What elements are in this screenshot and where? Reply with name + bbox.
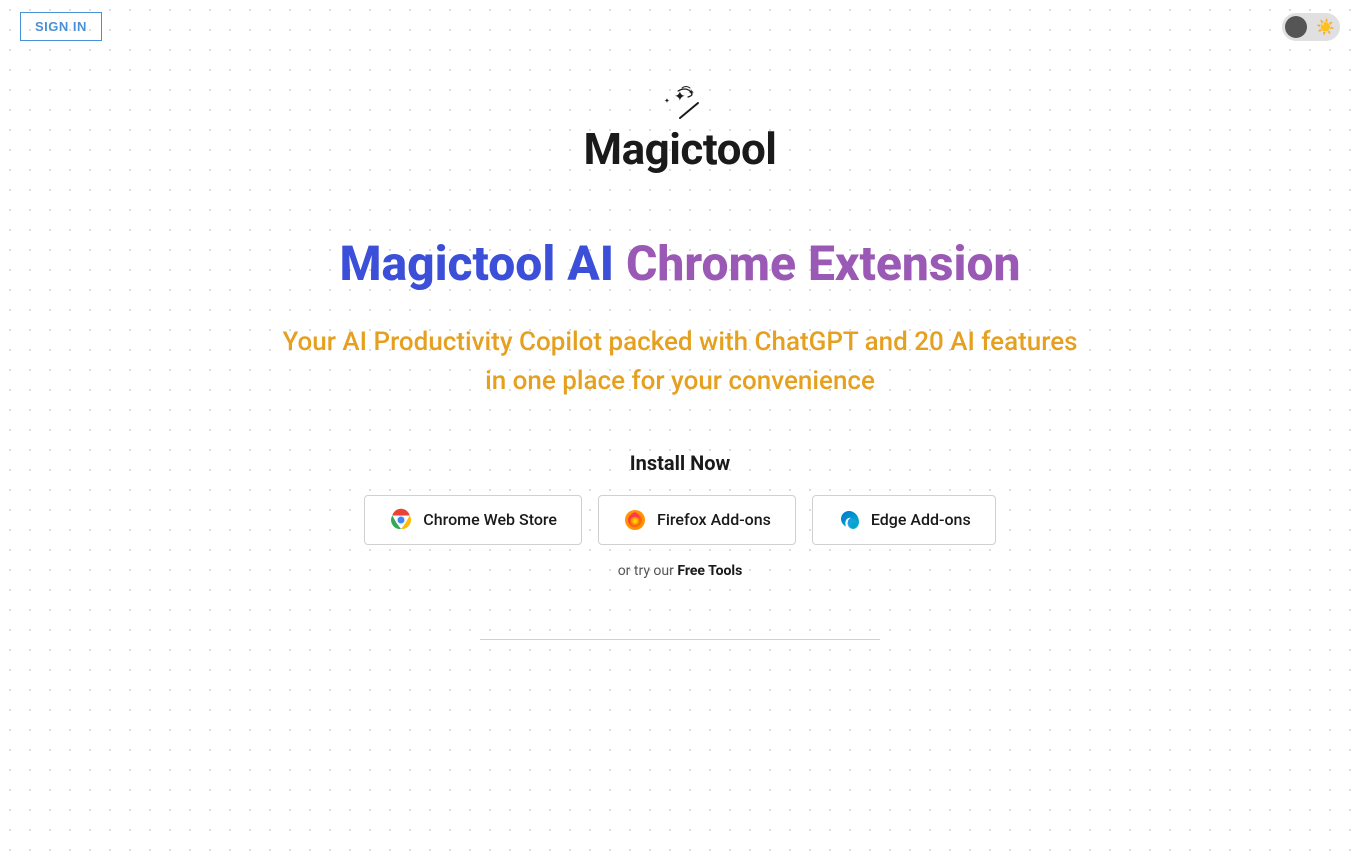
edge-addons-button[interactable]: Edge Add-ons [812, 495, 996, 545]
sign-in-button[interactable]: SIGN IN [20, 12, 102, 41]
firefox-addons-button[interactable]: Firefox Add-ons [598, 495, 796, 545]
hero-title-purple: Chrome Extension [626, 235, 1021, 292]
install-section: Install Now Chrome Web Store [364, 451, 995, 579]
hero-title-blue: Magictool AI [339, 235, 626, 292]
edge-icon [837, 508, 861, 532]
svg-text:✦: ✦ [674, 89, 686, 105]
theme-toggle-circle [1285, 16, 1307, 38]
free-tools-link[interactable]: Free Tools [677, 563, 742, 579]
sun-icon: ☀️ [1316, 18, 1335, 36]
wand-icon: ✦ ✦ ✦ [650, 83, 710, 123]
svg-text:✦: ✦ [664, 97, 670, 105]
section-divider [480, 639, 880, 640]
theme-toggle[interactable]: ☀️ [1282, 13, 1340, 41]
install-title: Install Now [364, 451, 995, 475]
free-tools-text: or try our Free Tools [364, 563, 995, 579]
chrome-web-store-button[interactable]: Chrome Web Store [364, 495, 582, 545]
hero-subtitle: Your AI Productivity Copilot packed with… [270, 323, 1090, 401]
chrome-button-label: Chrome Web Store [423, 510, 557, 529]
hero-section: Magictool AI Chrome Extension Your AI Pr… [230, 235, 1130, 451]
main-content: ✦ ✦ ✦ Magictool Magictool AI Chrome Exte… [0, 53, 1360, 640]
edge-button-label: Edge Add-ons [871, 510, 971, 529]
firefox-icon [623, 508, 647, 532]
install-buttons: Chrome Web Store Firefox Add-ons [364, 495, 995, 545]
top-nav: SIGN IN ☀️ [0, 0, 1360, 53]
firefox-button-label: Firefox Add-ons [657, 510, 771, 529]
logo-text: Magictool [584, 123, 777, 175]
free-tools-prefix: or try our [618, 563, 678, 579]
logo-area: ✦ ✦ ✦ Magictool [584, 83, 777, 175]
chrome-icon [389, 508, 413, 532]
hero-title: Magictool AI Chrome Extension [270, 235, 1090, 293]
